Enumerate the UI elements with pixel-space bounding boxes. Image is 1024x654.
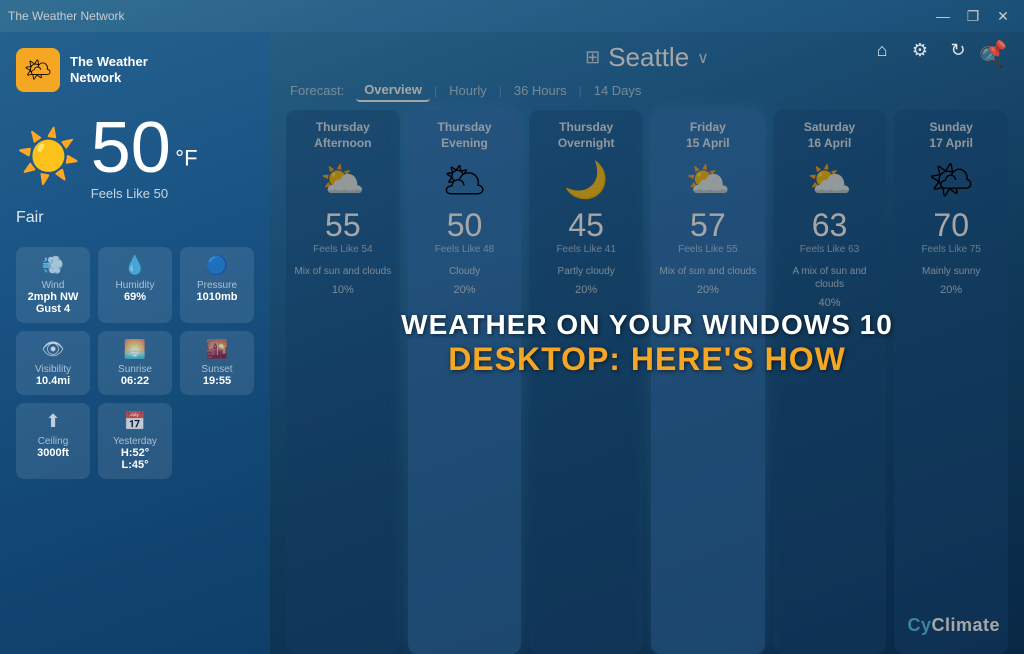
tab-overview[interactable]: Overview <box>356 79 430 102</box>
card-desc-thu-overnight: Partly cloudy <box>558 265 615 278</box>
watermark-cy: Cy <box>907 615 931 635</box>
stats-grid: 💨 Wind 2mph NWGust 4 💧 Humidity 69% 🔵 Pr… <box>16 247 254 479</box>
forecast-card-thu-overnight: ThursdayOvernight 🌙 45 Feels Like 41 Par… <box>529 110 643 654</box>
card-temp-thu-evening: 50 <box>447 209 483 241</box>
watermark-climate: Climate <box>931 615 1000 635</box>
card-temp-sun-17: 70 <box>933 209 969 241</box>
card-feels-sun-17: Feels Like 75 <box>921 244 980 255</box>
sunrise-icon: 🌅 <box>106 339 164 360</box>
stat-sunrise: 🌅 Sunrise 06:22 <box>98 331 172 395</box>
card-feels-thu-afternoon: Feels Like 54 <box>313 244 372 255</box>
stat-wind: 💨 Wind 2mph NWGust 4 <box>16 247 90 323</box>
card-temp-sat-16: 63 <box>812 209 848 241</box>
temperature-display: 50 °F Feels Like 50 <box>91 112 198 201</box>
stat-humidity: 💧 Humidity 69% <box>98 247 172 323</box>
card-icon-thu-evening: 🌥 <box>442 159 488 201</box>
main-content: ⌂ ⚙ ↻ 📌 ⊞ Seattle ∨ 🔍 Forecast: Overview… <box>270 32 1024 654</box>
forecast-label: Forecast: <box>290 83 344 98</box>
card-day-thu-evening: ThursdayEvening <box>438 120 492 151</box>
pressure-icon: 🔵 <box>188 255 246 276</box>
card-precip-thu-evening: 20% <box>453 284 475 296</box>
card-icon-sun-17: 🌤 <box>928 159 974 201</box>
card-icon-sat-16: ⛅ <box>807 159 852 201</box>
humidity-icon: 💧 <box>106 255 164 276</box>
top-nav: ⌂ ⚙ ↻ 📌 <box>866 34 1012 66</box>
pin-button[interactable]: 📌 <box>980 34 1012 66</box>
temperature-unit: °F <box>175 146 197 171</box>
stat-pressure: 🔵 Pressure 1010mb <box>180 247 254 323</box>
watermark: CyClimate <box>907 615 1000 636</box>
sidebar: 🌤 The Weather Network ☀️ 50 °F Feels Lik… <box>0 32 270 654</box>
title-bar: The Weather Network — ❐ ✕ <box>0 0 1024 32</box>
card-desc-thu-afternoon: Mix of sun and clouds <box>294 265 391 278</box>
card-icon-fri-15: ⛅ <box>685 159 730 201</box>
home-button[interactable]: ⌂ <box>866 34 898 66</box>
tab-36hours[interactable]: 36 Hours <box>506 80 575 101</box>
card-precip-thu-afternoon: 10% <box>332 284 354 296</box>
card-precip-fri-15: 20% <box>697 284 719 296</box>
card-desc-sat-16: A mix of sun and clouds <box>781 265 879 291</box>
card-day-sun-17: Sunday17 April <box>929 120 973 151</box>
chevron-down-icon: ∨ <box>697 48 709 68</box>
current-weather: ☀️ 50 °F Feels Like 50 <box>16 112 254 201</box>
logo-area: 🌤 The Weather Network <box>16 48 254 92</box>
forecast-card-fri-15: Friday15 April ⛅ 57 Feels Like 55 Mix of… <box>651 110 765 654</box>
visibility-icon: 👁 <box>24 339 82 360</box>
stat-visibility: 👁 Visibility 10.4mi <box>16 331 90 395</box>
logo-icon: 🌤 <box>16 48 60 92</box>
forecast-card-sat-16: Saturday16 April ⛅ 63 Feels Like 63 A mi… <box>773 110 887 654</box>
card-feels-fri-15: Feels Like 55 <box>678 244 737 255</box>
forecast-card-sun-17: Sunday17 April 🌤 70 Feels Like 75 Mainly… <box>894 110 1008 654</box>
feels-like: Feels Like 50 <box>91 186 198 201</box>
city-name: Seattle <box>608 42 689 73</box>
window-controls: — ❐ ✕ <box>930 6 1016 26</box>
forecast-card-thu-afternoon: ThursdayAfternoon ⛅ 55 Feels Like 54 Mix… <box>286 110 400 654</box>
maximize-button[interactable]: ❐ <box>960 6 986 26</box>
card-precip-thu-overnight: 20% <box>575 284 597 296</box>
forecast-cards: ThursdayAfternoon ⛅ 55 Feels Like 54 Mix… <box>270 110 1024 654</box>
card-precip-sat-16: 40% <box>819 297 841 309</box>
card-day-fri-15: Friday15 April <box>686 120 730 151</box>
ceiling-icon: ⬆ <box>24 411 82 432</box>
app-body: 🌤 The Weather Network ☀️ 50 °F Feels Lik… <box>0 32 1024 654</box>
wind-icon: 💨 <box>24 255 82 276</box>
card-day-sat-16: Saturday16 April <box>804 120 855 151</box>
city-selector[interactable]: ⊞ Seattle ∨ <box>585 42 709 73</box>
card-feels-thu-evening: Feels Like 48 <box>435 244 494 255</box>
card-precip-sun-17: 20% <box>940 284 962 296</box>
sun-icon: ☀️ <box>16 126 81 187</box>
card-icon-thu-overnight: 🌙 <box>564 159 609 201</box>
stat-sunset: 🌇 Sunset 19:55 <box>180 331 254 395</box>
card-temp-thu-overnight: 45 <box>568 209 604 241</box>
settings-button[interactable]: ⚙ <box>904 34 936 66</box>
card-temp-thu-afternoon: 55 <box>325 209 361 241</box>
forecast-tabs: Forecast: Overview | Hourly | 36 Hours |… <box>270 79 1024 102</box>
card-desc-thu-evening: Cloudy <box>449 265 480 278</box>
temperature-value: 50 <box>91 108 171 188</box>
sunset-icon: 🌇 <box>188 339 246 360</box>
card-desc-fri-15: Mix of sun and clouds <box>659 265 756 278</box>
city-grid-icon: ⊞ <box>585 47 600 68</box>
yesterday-icon: 📅 <box>106 411 164 432</box>
app-title: The Weather Network <box>8 9 125 23</box>
minimize-button[interactable]: — <box>930 6 956 26</box>
close-button[interactable]: ✕ <box>990 6 1016 26</box>
card-desc-sun-17: Mainly sunny <box>922 265 980 278</box>
card-temp-fri-15: 57 <box>690 209 726 241</box>
card-icon-thu-afternoon: ⛅ <box>320 159 365 201</box>
card-day-thu-afternoon: ThursdayAfternoon <box>314 120 371 151</box>
stat-yesterday: 📅 Yesterday H:52° L:45° <box>98 403 172 479</box>
stat-ceiling: ⬆ Ceiling 3000ft <box>16 403 90 479</box>
refresh-button[interactable]: ↻ <box>942 34 974 66</box>
logo-text: The Weather Network <box>70 54 148 85</box>
card-feels-sat-16: Feels Like 63 <box>800 244 859 255</box>
card-feels-thu-overnight: Feels Like 41 <box>556 244 615 255</box>
tab-hourly[interactable]: Hourly <box>441 80 495 101</box>
card-day-thu-overnight: ThursdayOvernight <box>558 120 615 151</box>
tab-14days[interactable]: 14 Days <box>586 80 650 101</box>
forecast-card-thu-evening: ThursdayEvening 🌥 50 Feels Like 48 Cloud… <box>408 110 522 654</box>
condition-label: Fair <box>16 209 254 227</box>
